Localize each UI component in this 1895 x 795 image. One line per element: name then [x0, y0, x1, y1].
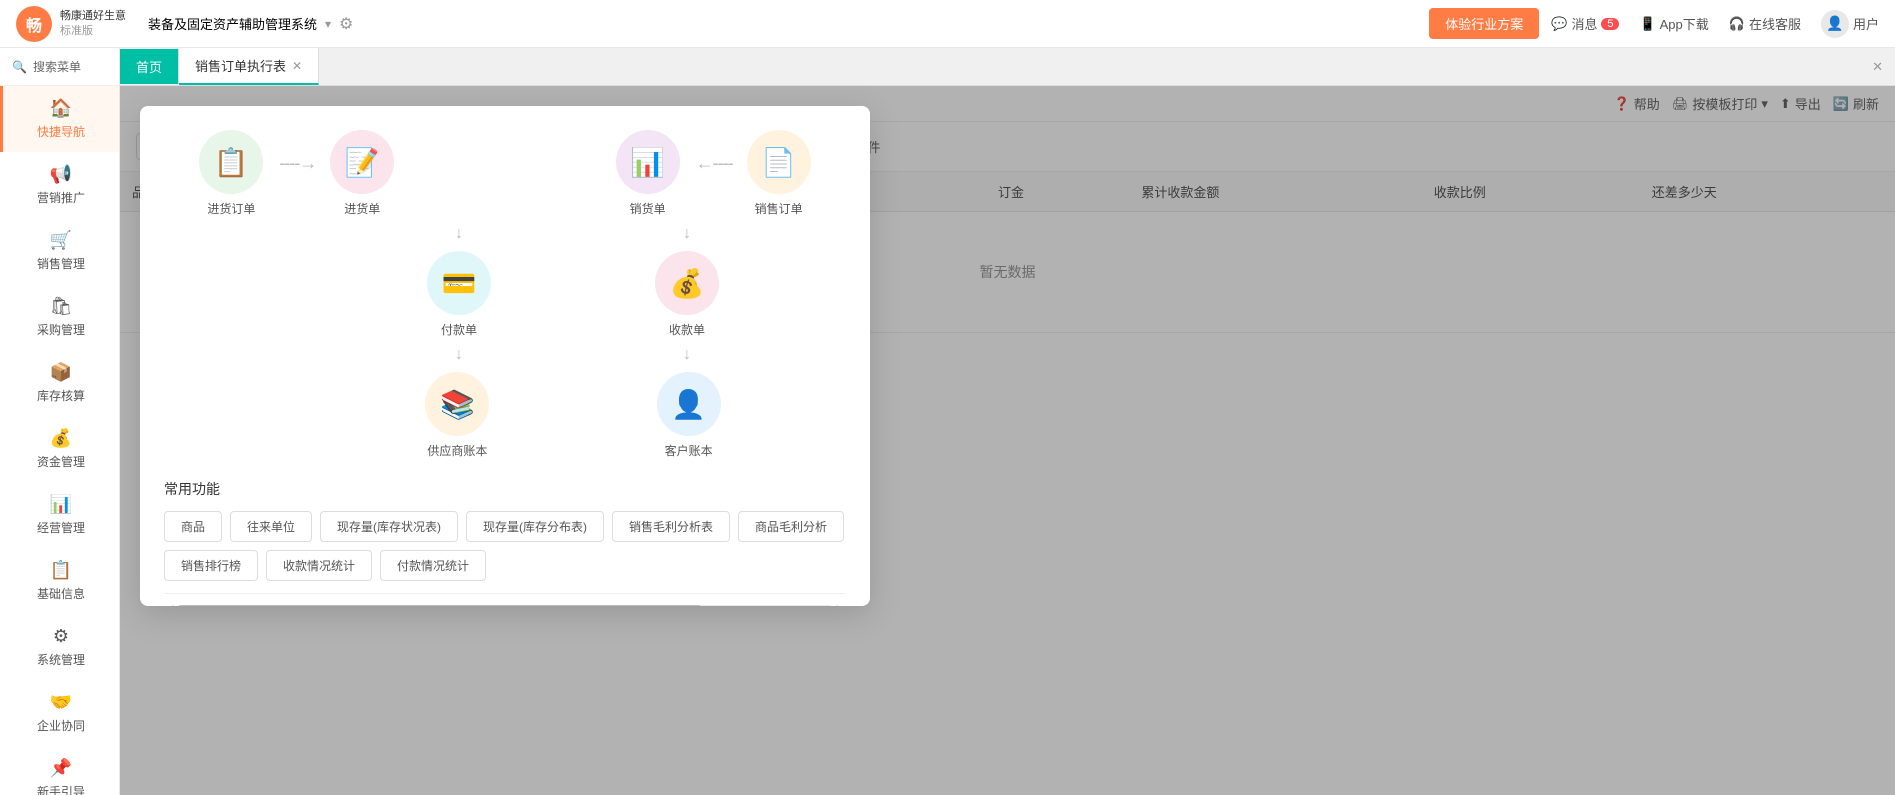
flow-node-sales-bill[interactable]: 📊 销货单	[616, 130, 680, 217]
flow-node-receipt-bill[interactable]: 💰 收款单	[655, 251, 719, 338]
func-btn-product[interactable]: 商品	[164, 511, 222, 542]
payment-bill-circle: 💳	[427, 251, 491, 315]
online-service-button[interactable]: 🎧 在线客服	[1729, 14, 1801, 33]
enterprise-icon: 🤝	[50, 692, 72, 713]
sales-order-circle: 📄	[747, 130, 811, 194]
func-btn-receipt-stats[interactable]: 收款情况统计	[266, 550, 372, 581]
system-title: 装备及固定资产辅助管理系统 ▾ ⚙	[148, 14, 1417, 34]
app-download-button[interactable]: 📱 App下载	[1639, 14, 1708, 33]
basic-info-icon: 📋	[50, 560, 72, 581]
user-area[interactable]: 👤 用户	[1821, 10, 1879, 38]
sidebar-item-basic-info[interactable]: 📋 基础信息	[0, 548, 119, 614]
avatar: 👤	[1821, 10, 1849, 38]
func-btn-stock-dist[interactable]: 现存量(库存分布表)	[466, 511, 604, 542]
sales-icon: 🛒	[50, 230, 72, 251]
func-btn-partner[interactable]: 往来单位	[230, 511, 312, 542]
tab-bar: 首页 销售订单执行表 ✕ ✕	[120, 48, 1895, 86]
marketing-icon: 📢	[50, 164, 72, 185]
flow-node-supplier-account[interactable]: 📚 供应商账本	[417, 372, 497, 459]
modal-box: 📋 进货订单 - - - - → 📝 进货单	[140, 106, 870, 606]
search-icon: 🔍	[12, 60, 27, 74]
flow-node-sales-order[interactable]: 📄 销售订单	[747, 130, 811, 217]
header-right: 💬 消息 5 📱 App下载 🎧 在线客服 👤 用户	[1551, 10, 1879, 38]
home-icon: 🏠	[50, 98, 72, 119]
logo-area: 畅 畅康通好生意 标准版	[16, 6, 136, 42]
sidebar-item-newbie[interactable]: 📌 新手引导	[0, 746, 119, 795]
top-header: 畅 畅康通好生意 标准版 装备及固定资产辅助管理系统 ▾ ⚙ 体验行业方案 💬 …	[0, 0, 1895, 48]
sidebar-item-quick-nav[interactable]: 🏠 快捷导航	[0, 86, 119, 152]
main-layout: 🔍 搜索菜单 🏠 快捷导航 📢 营销推广 🛒 销售管理 🛍 采购管理 📦	[0, 48, 1895, 795]
supplier-account-circle: 📚	[425, 372, 489, 436]
modal-overlay[interactable]: 📋 进货订单 - - - - → 📝 进货单	[120, 86, 1895, 795]
search-menu[interactable]: 🔍 搜索菜单	[0, 48, 119, 86]
flow-node-purchase-order[interactable]: 📋 进货订单	[199, 130, 263, 217]
sidebar-item-marketing[interactable]: 📢 营销推广	[0, 152, 119, 218]
system-name-label: 装备及固定资产辅助管理系统	[148, 14, 317, 33]
purchase-icon: 🛍	[50, 296, 73, 317]
tab-sales-order-exec[interactable]: 销售订单执行表 ✕	[179, 48, 319, 85]
customer-account-circle: 👤	[657, 372, 721, 436]
scroll-right-icon[interactable]: ▶	[837, 602, 846, 606]
sidebar-item-enterprise[interactable]: 🤝 企业协同	[0, 680, 119, 746]
system-icon: ⚙	[53, 626, 69, 647]
flow-node-payment-bill[interactable]: 💳 付款单	[427, 251, 491, 338]
sidebar: 🔍 搜索菜单 🏠 快捷导航 📢 营销推广 🛒 销售管理 🛍 采购管理 📦	[0, 48, 120, 795]
common-funcs-section: 常用功能 商品 往来单位 现存量(库存状况表) 现存量(库存分布表) 销售毛利分…	[164, 479, 846, 581]
func-btn-stock-status[interactable]: 现存量(库存状况表)	[320, 511, 458, 542]
newbie-icon: 📌	[50, 758, 72, 779]
trial-button[interactable]: 体验行业方案	[1429, 8, 1539, 39]
tab-close-icon[interactable]: ✕	[292, 59, 302, 73]
service-icon: 🎧	[1729, 16, 1745, 32]
sidebar-nav: 🏠 快捷导航 📢 营销推广 🛒 销售管理 🛍 采购管理 📦 库存核算 💰	[0, 86, 119, 795]
func-btn-product-profit[interactable]: 商品毛利分析	[738, 511, 844, 542]
receipt-bill-circle: 💰	[655, 251, 719, 315]
sidebar-item-sales[interactable]: 🛒 销售管理	[0, 218, 119, 284]
inventory-icon: 📦	[50, 362, 72, 383]
operations-icon: 📊	[50, 494, 72, 515]
flow-node-purchase-bill[interactable]: 📝 进货单	[330, 130, 394, 217]
func-btn-sales-rank[interactable]: 销售排行榜	[164, 550, 258, 581]
message-icon: 💬	[1551, 16, 1567, 32]
func-buttons: 商品 往来单位 现存量(库存状况表) 现存量(库存分布表) 销售毛利分析表 商品…	[164, 511, 846, 542]
purchase-order-circle: 📋	[199, 130, 263, 194]
scrollbar-thumb	[177, 605, 701, 606]
common-funcs-title: 常用功能	[164, 479, 846, 499]
sidebar-item-system[interactable]: ⚙ 系统管理	[0, 614, 119, 680]
purchase-bill-circle: 📝	[330, 130, 394, 194]
scrollbar-track[interactable]	[177, 605, 833, 606]
tab-close-all[interactable]: ✕	[1860, 51, 1895, 83]
gear-icon[interactable]: ⚙	[339, 14, 353, 34]
sales-bill-circle: 📊	[616, 130, 680, 194]
func-buttons-row2: 销售排行榜 收款情况统计 付款情况统计	[164, 550, 846, 581]
message-button[interactable]: 💬 消息 5	[1551, 14, 1619, 33]
flow-node-customer-account[interactable]: 👤 客户账本	[649, 372, 729, 459]
sidebar-item-purchase[interactable]: 🛍 采购管理	[0, 284, 119, 350]
content-area: 首页 销售订单执行表 ✕ ✕ ❓ 帮助 🖨 按模板打印 ▾	[120, 48, 1895, 795]
sidebar-item-operations[interactable]: 📊 经营管理	[0, 482, 119, 548]
func-btn-sales-profit[interactable]: 销售毛利分析表	[612, 511, 730, 542]
logo-text: 畅康通好生意 标准版	[60, 9, 126, 38]
page-content: ❓ 帮助 🖨 按模板打印 ▾ ⬆ 导出 🔄 刷新	[120, 86, 1895, 795]
func-btn-payment-stats[interactable]: 付款情况统计	[380, 550, 486, 581]
sidebar-item-finance[interactable]: 💰 资金管理	[0, 416, 119, 482]
sidebar-item-inventory[interactable]: 📦 库存核算	[0, 350, 119, 416]
logo-icon: 畅	[16, 6, 52, 42]
tab-home[interactable]: 首页	[120, 49, 179, 84]
system-dropdown-arrow[interactable]: ▾	[325, 17, 331, 31]
scroll-left-icon[interactable]: ◀	[164, 602, 173, 606]
app-icon: 📱	[1639, 16, 1655, 32]
finance-icon: 💰	[50, 428, 72, 449]
message-badge: 5	[1601, 18, 1619, 30]
modal-scrollbar: ◀ ▶	[164, 593, 846, 606]
